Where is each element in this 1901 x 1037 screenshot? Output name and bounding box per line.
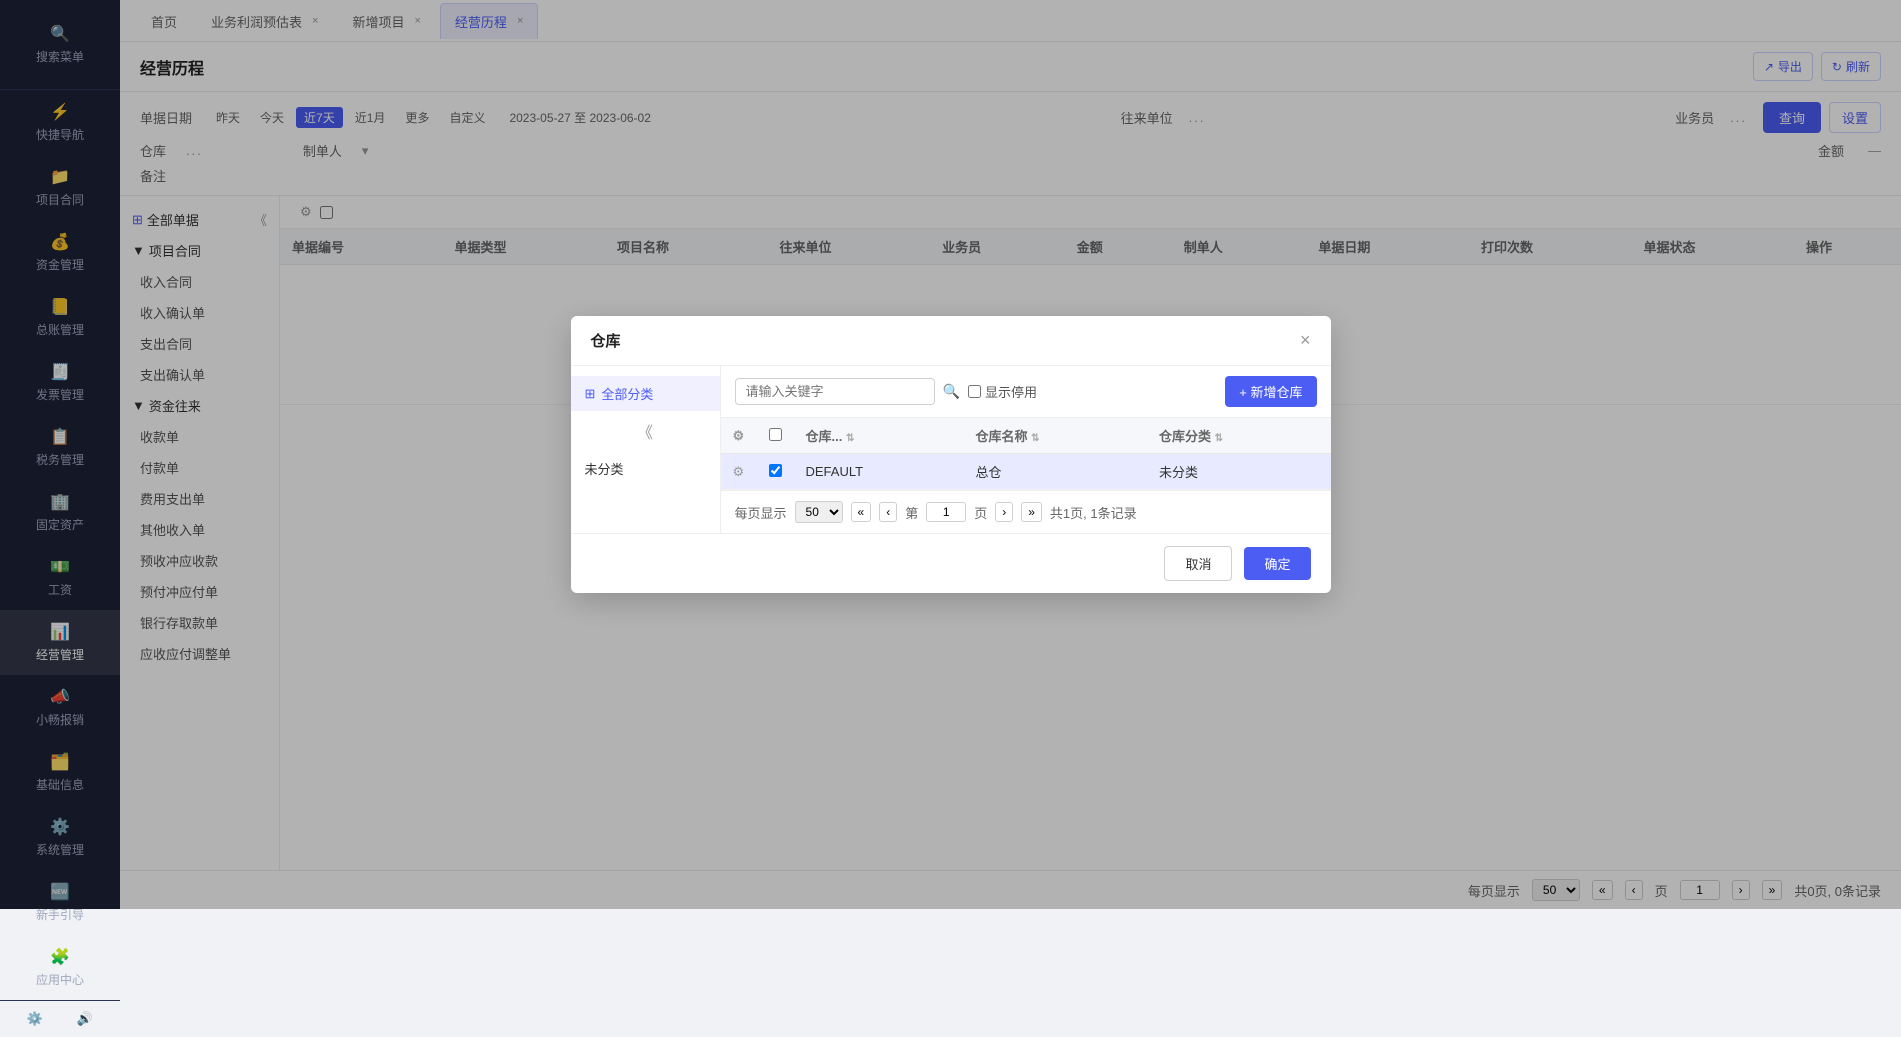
modal-prev-page[interactable]: ‹: [879, 502, 897, 522]
modal-pagination: 每页显示 50 « ‹ 第 页 › » 共1页, 1条记录: [721, 490, 1331, 533]
modal-col-name: 仓库名称 ⇅: [964, 418, 1147, 454]
modal-col-code: 仓库... ⇅: [794, 418, 964, 454]
row-checkbox[interactable]: [769, 464, 782, 477]
sidebar-item-appcenter[interactable]: 🧩 应用中心: [0, 935, 120, 1000]
show-disabled-checkbox[interactable]: [968, 385, 981, 398]
modal-footer: 取消 确定: [571, 533, 1331, 593]
modal-search-input[interactable]: [735, 378, 935, 405]
modal-col-gear: ⚙: [721, 418, 757, 454]
add-warehouse-button[interactable]: + 新增仓库: [1225, 376, 1316, 407]
sort-name-icon[interactable]: ⇅: [1031, 433, 1039, 444]
modal-search: 🔍 显示停用: [735, 378, 1037, 405]
modal-right-panel: 🔍 显示停用 + 新增仓库: [721, 366, 1331, 533]
gear-icon-modal[interactable]: ⚙: [733, 428, 745, 443]
modal-table-wrap: ⚙ 仓库... ⇅ 仓库名称: [721, 418, 1331, 490]
modal-last-page[interactable]: »: [1021, 502, 1042, 522]
modal-overlay: 仓库 × ⊞ 全部分类 《 未分类: [0, 0, 1901, 909]
modal-toolbar: 🔍 显示停用 + 新增仓库: [721, 366, 1331, 418]
modal-left-panel: ⊞ 全部分类 《 未分类: [571, 366, 721, 533]
sidebar-bottom: ⚙️ 🔊: [0, 1000, 120, 1037]
row-gear: ⚙: [721, 454, 757, 490]
modal-header: 仓库 ×: [571, 316, 1331, 366]
modal-col-check: [757, 418, 794, 454]
row-gear-icon[interactable]: ⚙: [733, 464, 745, 479]
modal-close-button[interactable]: ×: [1300, 330, 1311, 351]
confirm-button[interactable]: 确定: [1244, 547, 1310, 580]
appcenter-icon: 🧩: [50, 947, 70, 967]
table-row[interactable]: ⚙ DEFAULT 总仓 未分类: [721, 454, 1331, 490]
modal-table: ⚙ 仓库... ⇅ 仓库名称: [721, 418, 1331, 490]
row-category: 未分类: [1147, 454, 1331, 490]
show-disabled-label[interactable]: 显示停用: [968, 382, 1037, 401]
row-code: DEFAULT: [794, 454, 964, 490]
cancel-button[interactable]: 取消: [1164, 546, 1232, 581]
sidebar-item-label: 应用中心: [36, 971, 84, 988]
modal-page-label: 第: [905, 503, 918, 522]
modal-body: ⊞ 全部分类 《 未分类 🔍 显示停用: [571, 366, 1331, 533]
modal-category-unclassified[interactable]: 未分类: [571, 451, 720, 486]
modal-page-unit: 页: [974, 503, 987, 522]
modal-title: 仓库: [591, 330, 621, 351]
grid-icon-modal: ⊞: [585, 386, 596, 402]
warehouse-modal: 仓库 × ⊞ 全部分类 《 未分类: [571, 316, 1331, 593]
sort-category-icon[interactable]: ⇅: [1215, 433, 1223, 444]
modal-page-size-select[interactable]: 50: [795, 501, 843, 523]
settings-icon[interactable]: ⚙️: [27, 1011, 43, 1027]
modal-collapse-button[interactable]: 《: [571, 411, 720, 451]
modal-per-page-label: 每页显示: [735, 503, 787, 522]
modal-all-category[interactable]: ⊞ 全部分类: [571, 376, 720, 411]
row-check: [757, 454, 794, 490]
row-name: 总仓: [964, 454, 1147, 490]
modal-col-category: 仓库分类 ⇅: [1147, 418, 1331, 454]
modal-total-records: 共1页, 1条记录: [1050, 503, 1137, 522]
modal-search-button[interactable]: 🔍: [943, 383, 960, 400]
sort-code-icon[interactable]: ⇅: [846, 433, 854, 444]
modal-first-page[interactable]: «: [851, 502, 872, 522]
modal-page-input[interactable]: [926, 502, 966, 522]
volume-icon[interactable]: 🔊: [77, 1011, 93, 1027]
modal-select-all[interactable]: [769, 428, 782, 441]
modal-next-page[interactable]: ›: [995, 502, 1013, 522]
